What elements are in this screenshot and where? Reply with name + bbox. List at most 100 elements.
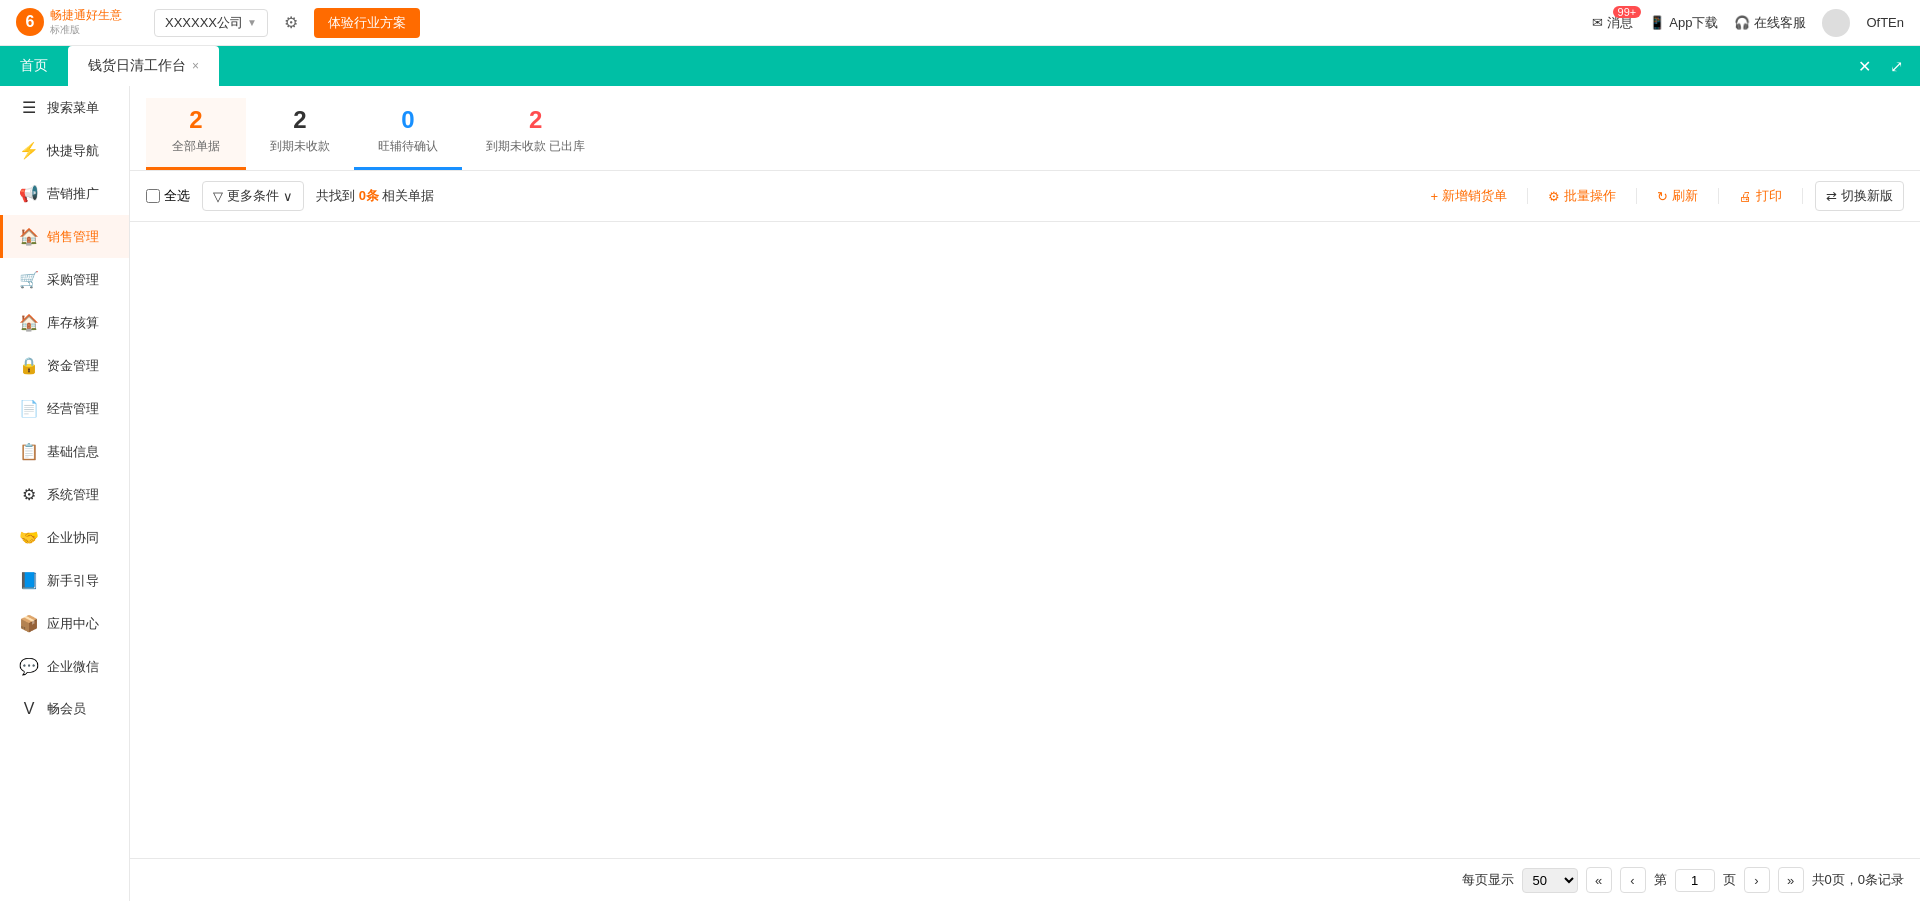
sidebar-label-inventory: 库存核算	[47, 314, 99, 332]
last-page-button[interactable]: »	[1778, 867, 1804, 893]
sidebar-label-operations: 经营管理	[47, 400, 99, 418]
member-icon: V	[19, 700, 39, 718]
next-page-button[interactable]: ›	[1744, 867, 1770, 893]
stats-tab-overdue[interactable]: 2 到期未收款	[246, 98, 354, 170]
message-icon: ✉	[1592, 15, 1603, 30]
label-all: 全部单据	[172, 138, 220, 155]
sidebar-item-guide[interactable]: 📘 新手引导	[0, 559, 129, 602]
sidebar-label-purchase: 采购管理	[47, 271, 99, 289]
toolbar: 全选 ▽ 更多条件 ∨ 共找到 0条 相关单据 + 新增销货单	[130, 171, 1920, 222]
sidebar-item-inventory[interactable]: 🏠 库存核算	[0, 301, 129, 344]
sidebar-item-finance[interactable]: 🔒 资金管理	[0, 344, 129, 387]
add-icon: +	[1430, 189, 1438, 204]
switch-version-button[interactable]: ⇄ 切换新版	[1815, 181, 1904, 211]
system-icon: ⚙	[19, 485, 39, 504]
total-record-label: 共0页，0条记录	[1812, 871, 1904, 889]
guide-icon: 📘	[19, 571, 39, 590]
divider-3	[1718, 188, 1719, 204]
filter-arrow-icon: ∨	[283, 189, 293, 204]
sidebar-item-marketing[interactable]: 📢 营销推广	[0, 172, 129, 215]
top-bar: 6 畅捷通好生意 标准版 XXXXXX公司 ▼ ⚙ 体验行业方案 ✉ 消息 99…	[0, 0, 1920, 46]
result-text: 共找到 0条 相关单据	[316, 187, 434, 205]
stats-tab-pending[interactable]: 0 旺辅待确认	[354, 98, 462, 170]
result-suffix: 相关单据	[382, 188, 434, 203]
refresh-label: 刷新	[1672, 187, 1698, 205]
stats-tab-overdue-out[interactable]: 2 到期未收款 已出库	[462, 98, 609, 170]
weixin-icon: 💬	[19, 657, 39, 676]
add-sale-button[interactable]: + 新增销货单	[1422, 182, 1515, 210]
tab-workbench[interactable]: 钱货日清工作台 ×	[68, 46, 219, 86]
print-label: 打印	[1756, 187, 1782, 205]
sidebar-item-purchase[interactable]: 🛒 采购管理	[0, 258, 129, 301]
sidebar-item-weixin[interactable]: 💬 企业微信	[0, 645, 129, 688]
workbench-tab-label: 钱货日清工作台	[88, 57, 186, 75]
sidebar-label-cooperation: 企业协同	[47, 529, 99, 547]
inventory-icon: 🏠	[19, 313, 39, 332]
divider-4	[1802, 188, 1803, 204]
sidebar-item-cooperation[interactable]: 🤝 企业协同	[0, 516, 129, 559]
logo-text-area: 畅捷通好生意 标准版	[50, 8, 122, 36]
sidebar-label-sales: 销售管理	[47, 228, 99, 246]
operations-icon: 📄	[19, 399, 39, 418]
expand-icon[interactable]: ⤢	[1884, 54, 1908, 78]
batch-button[interactable]: ⚙ 批量操作	[1540, 182, 1624, 210]
filter-icon: ▽	[213, 189, 223, 204]
print-button[interactable]: 🖨 打印	[1731, 182, 1790, 210]
sidebar-label-search-menu: 搜索菜单	[47, 99, 99, 117]
first-page-button[interactable]: «	[1586, 867, 1612, 893]
sidebar-item-basic-info[interactable]: 📋 基础信息	[0, 430, 129, 473]
add-label: 新增销货单	[1442, 187, 1507, 205]
close-window-icon[interactable]: ✕	[1852, 54, 1876, 78]
online-service-label: 在线客服	[1754, 14, 1806, 32]
sidebar-label-app-center: 应用中心	[47, 615, 99, 633]
sidebar-item-system[interactable]: ⚙ 系统管理	[0, 473, 129, 516]
refresh-button[interactable]: ↻ 刷新	[1649, 182, 1706, 210]
sidebar-label-quick-nav: 快捷导航	[47, 142, 99, 160]
per-page-select[interactable]: 50 100 200	[1522, 868, 1578, 893]
trial-button[interactable]: 体验行业方案	[314, 8, 420, 38]
per-page-label: 每页显示	[1462, 871, 1514, 889]
sidebar-item-app-center[interactable]: 📦 应用中心	[0, 602, 129, 645]
sidebar-item-search-menu[interactable]: ☰ 搜索菜单	[0, 86, 129, 129]
online-service-button[interactable]: 🎧 在线客服	[1734, 14, 1806, 32]
print-icon: 🖨	[1739, 189, 1752, 204]
sidebar-item-member[interactable]: V 畅会员	[0, 688, 129, 730]
select-all-checkbox[interactable]: 全选	[146, 187, 190, 205]
sidebar-item-sales[interactable]: 🏠 销售管理	[0, 215, 129, 258]
divider-2	[1636, 188, 1637, 204]
batch-label: 批量操作	[1564, 187, 1616, 205]
settings-button[interactable]: ⚙	[276, 8, 306, 38]
count-all: 2	[189, 106, 202, 134]
company-selector[interactable]: XXXXXX公司 ▼	[154, 9, 268, 37]
page-prefix: 第	[1654, 871, 1667, 889]
company-name: XXXXXX公司	[165, 14, 243, 32]
refresh-icon: ↻	[1657, 189, 1668, 204]
service-icon: 🎧	[1734, 15, 1750, 30]
top-bar-left: 6 畅捷通好生意 标准版 XXXXXX公司 ▼ ⚙ 体验行业方案	[16, 8, 420, 38]
message-button[interactable]: ✉ 消息 99+	[1592, 14, 1633, 32]
tab-home[interactable]: 首页	[0, 46, 68, 86]
label-pending: 旺辅待确认	[378, 138, 438, 155]
purchase-icon: 🛒	[19, 270, 39, 289]
toolbar-left: 全选 ▽ 更多条件 ∨ 共找到 0条 相关单据	[146, 181, 434, 211]
quick-nav-icon: ⚡	[19, 141, 39, 160]
sidebar-item-quick-nav[interactable]: ⚡ 快捷导航	[0, 129, 129, 172]
app-download-button[interactable]: 📱 App下载	[1649, 14, 1718, 32]
close-tab-icon[interactable]: ×	[192, 59, 199, 73]
sidebar: ☰ 搜索菜单 ⚡ 快捷导航 📢 营销推广 🏠 销售管理 🛒 采购管理 🏠 库存核…	[0, 86, 130, 901]
page-number-input[interactable]	[1675, 869, 1715, 892]
sidebar-item-operations[interactable]: 📄 经营管理	[0, 387, 129, 430]
app-download-label: App下载	[1669, 14, 1718, 32]
pagination-bar: 每页显示 50 100 200 « ‹ 第 页 › » 共0页，0条记录	[130, 858, 1920, 901]
stats-tab-all[interactable]: 2 全部单据	[146, 98, 246, 170]
logo-area: 6 畅捷通好生意 标准版	[16, 8, 146, 36]
sidebar-label-basic-info: 基础信息	[47, 443, 99, 461]
prev-page-button[interactable]: ‹	[1620, 867, 1646, 893]
sales-icon: 🏠	[19, 227, 39, 246]
all-checkbox-input[interactable]	[146, 189, 160, 203]
stats-tabs: 2 全部单据 2 到期未收款 0 旺辅待确认 2 到期未收款 已出库	[130, 86, 1920, 171]
avatar[interactable]	[1822, 9, 1850, 37]
result-prefix: 共找到	[316, 188, 355, 203]
filter-button[interactable]: ▽ 更多条件 ∨	[202, 181, 304, 211]
filter-label: 更多条件	[227, 187, 279, 205]
